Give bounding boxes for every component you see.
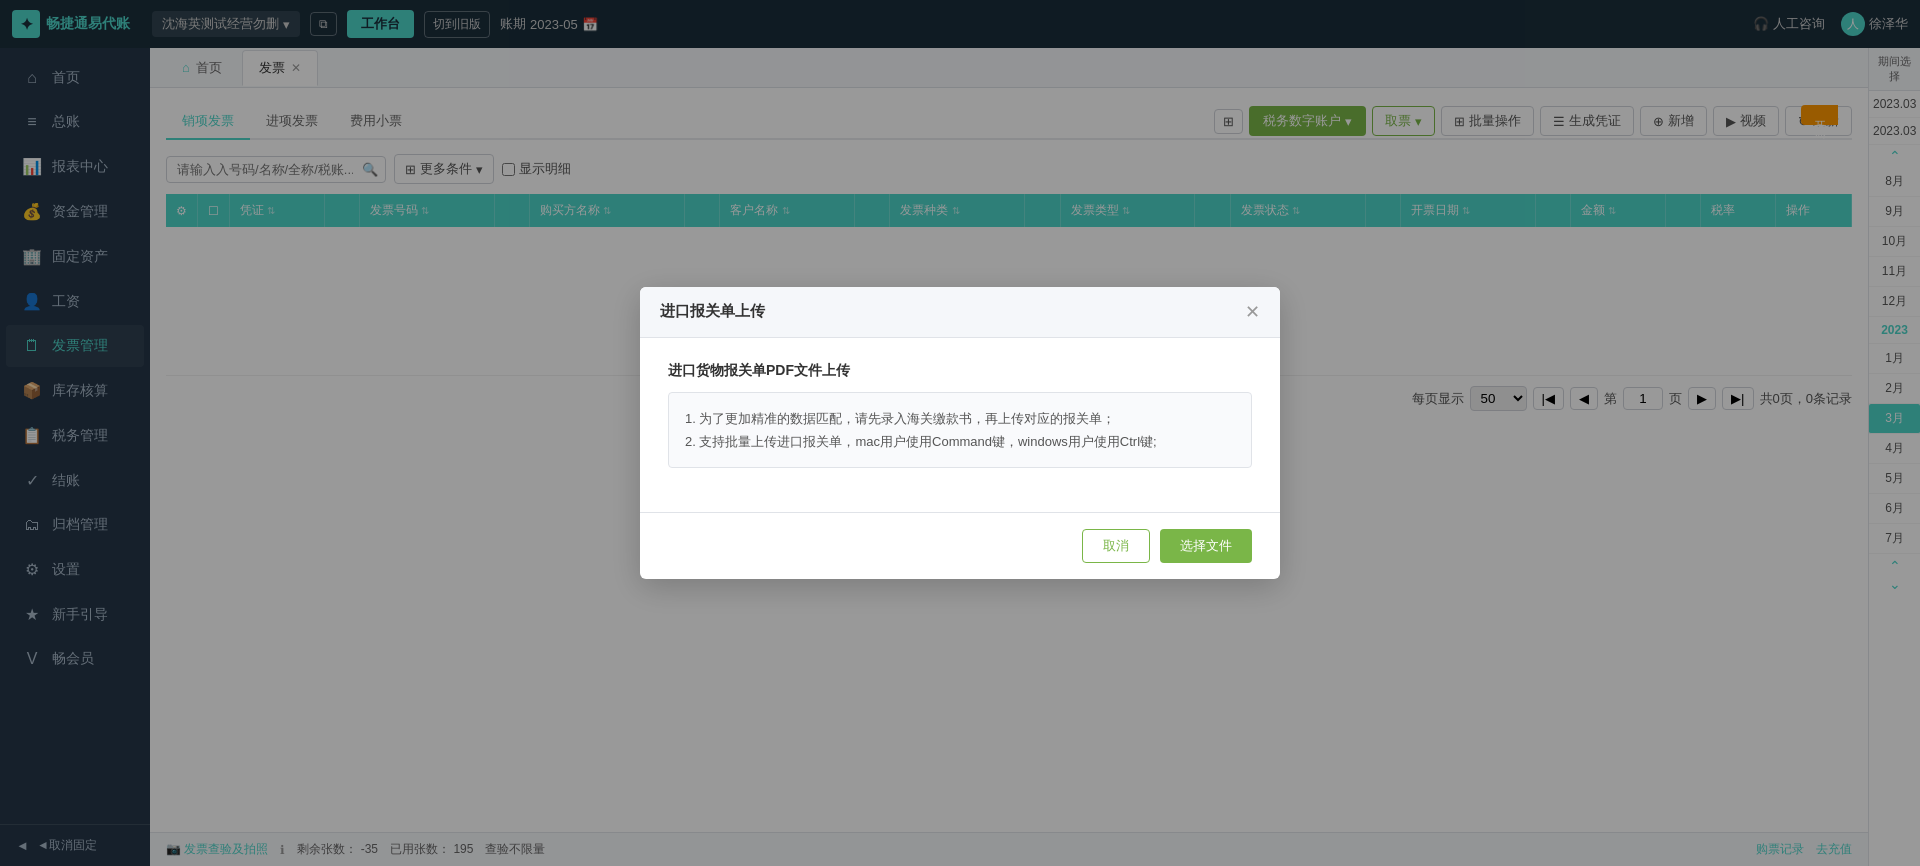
modal-body: 进口货物报关单PDF文件上传 1. 为了更加精准的数据匹配，请先录入海关缴款书，… bbox=[640, 338, 1280, 513]
modal-title: 进口报关单上传 bbox=[660, 302, 765, 321]
modal-info-item-1: 1. 为了更加精准的数据匹配，请先录入海关缴款书，再上传对应的报关单； bbox=[685, 407, 1235, 430]
modal-cancel-button[interactable]: 取消 bbox=[1082, 529, 1150, 563]
modal-select-file-button[interactable]: 选择文件 bbox=[1160, 529, 1252, 563]
modal-header: 进口报关单上传 ✕ bbox=[640, 287, 1280, 338]
import-customs-modal: 进口报关单上传 ✕ 进口货物报关单PDF文件上传 1. 为了更加精准的数据匹配，… bbox=[640, 287, 1280, 580]
modal-footer: 取消 选择文件 bbox=[640, 512, 1280, 579]
modal-info-item-2: 2. 支持批量上传进口报关单，mac用户使用Command键，windows用户… bbox=[685, 430, 1235, 453]
modal-close-button[interactable]: ✕ bbox=[1245, 301, 1260, 323]
modal-section-title: 进口货物报关单PDF文件上传 bbox=[668, 362, 1252, 380]
modal-info-box: 1. 为了更加精准的数据匹配，请先录入海关缴款书，再上传对应的报关单； 2. 支… bbox=[668, 392, 1252, 469]
modal-overlay[interactable]: 进口报关单上传 ✕ 进口货物报关单PDF文件上传 1. 为了更加精准的数据匹配，… bbox=[0, 0, 1920, 866]
